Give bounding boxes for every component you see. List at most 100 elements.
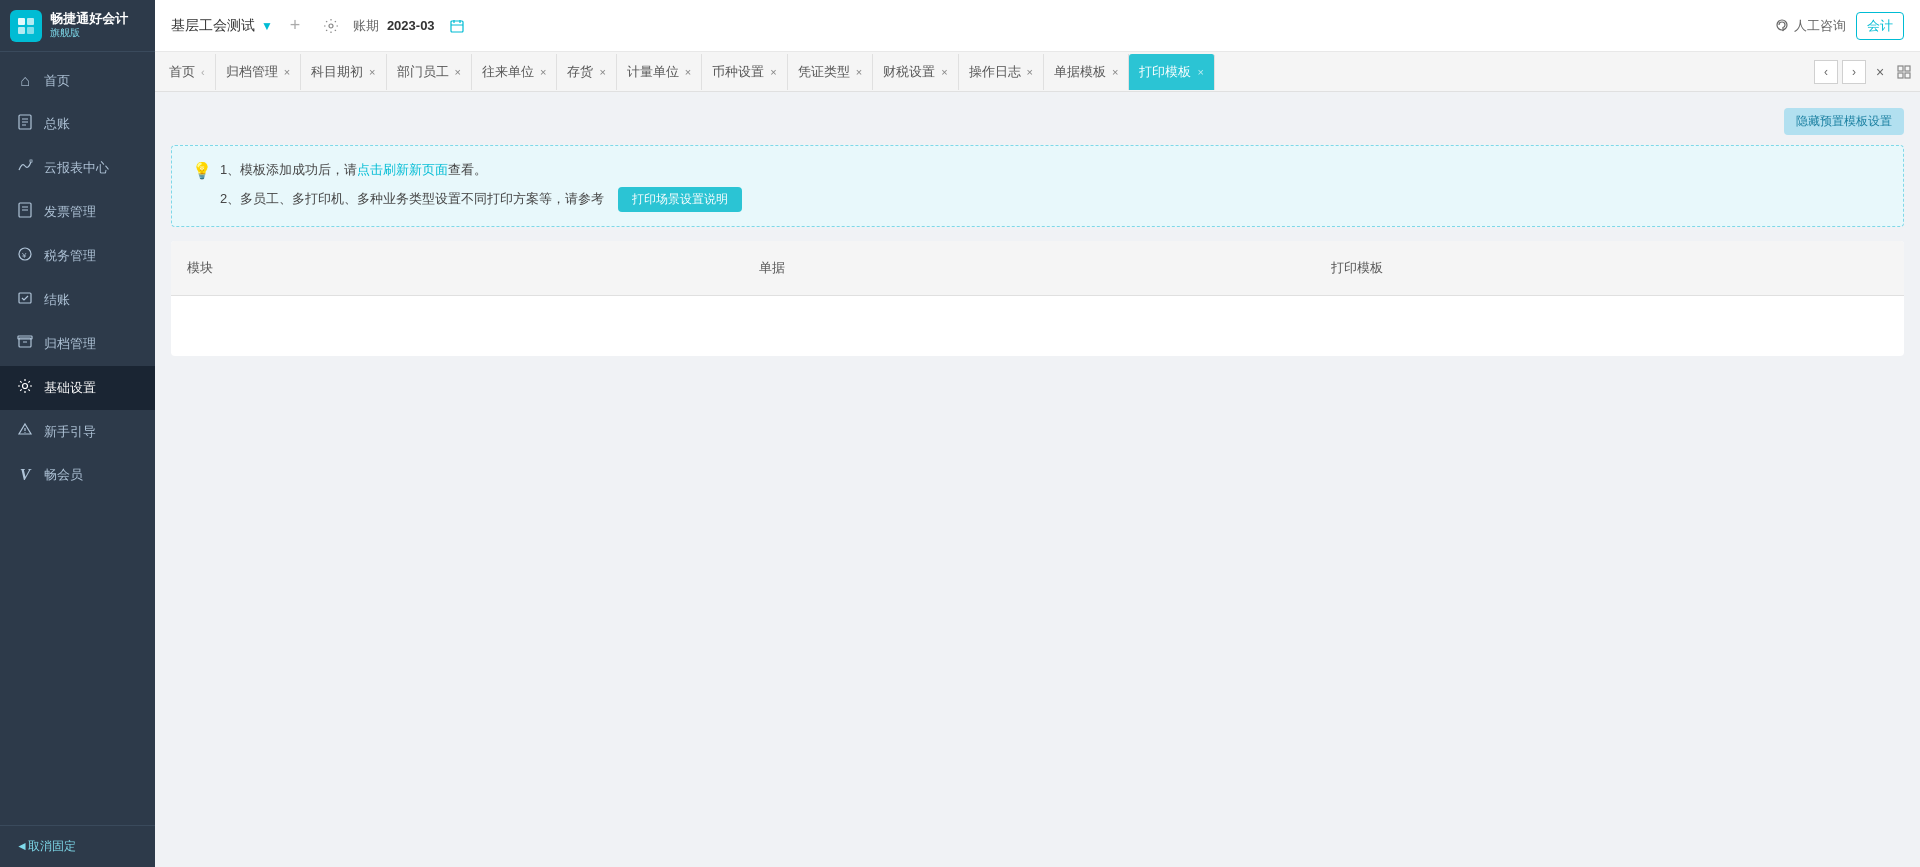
member-icon: V bbox=[16, 466, 34, 484]
tab-label: 财税设置 bbox=[883, 63, 935, 81]
tab-taxsetting[interactable]: 财税设置 × bbox=[873, 54, 958, 90]
tab-voucher[interactable]: 凭证类型 × bbox=[788, 54, 873, 90]
logo-icon bbox=[10, 10, 42, 42]
svg-point-22 bbox=[329, 24, 333, 28]
sidebar-item-home[interactable]: ⌂ 首页 bbox=[0, 60, 155, 102]
tab-close-all-button[interactable]: × bbox=[1868, 60, 1892, 84]
tab-subject[interactable]: 科目期初 × bbox=[301, 54, 386, 90]
sidebar-item-guide[interactable]: 新手引导 bbox=[0, 410, 155, 454]
tab-prev-button[interactable]: ‹ bbox=[1814, 60, 1838, 84]
info-row-2: 💡 2、多员工、多打印机、多种业务类型设置不同打印方案等，请参考 打印场景设置说… bbox=[192, 187, 1883, 212]
logo-area: 畅捷通好会计 旗舰版 bbox=[0, 0, 155, 52]
service-button[interactable]: 人工咨询 bbox=[1774, 17, 1846, 35]
svg-rect-31 bbox=[1898, 73, 1903, 78]
tab-close-icon[interactable]: × bbox=[1027, 66, 1033, 78]
sidebar-item-label: 新手引导 bbox=[44, 423, 96, 441]
archive-icon bbox=[16, 334, 34, 354]
tab-expand-button[interactable] bbox=[1892, 60, 1916, 84]
sidebar-item-label: 发票管理 bbox=[44, 203, 96, 221]
tab-close-icon[interactable]: × bbox=[455, 66, 461, 78]
tab-unit[interactable]: 计量单位 × bbox=[617, 54, 702, 90]
sidebar-item-label: 云报表中心 bbox=[44, 159, 109, 177]
tab-close-icon[interactable]: × bbox=[1112, 66, 1118, 78]
tab-label: 存货 bbox=[567, 63, 593, 81]
col-receipt: 单据 bbox=[743, 251, 1315, 285]
company-name: 基层工会测试 bbox=[171, 17, 255, 35]
print-scene-button[interactable]: 打印场景设置说明 bbox=[618, 187, 742, 212]
info-text-1-pre: 1、模板添加成功后，请 bbox=[220, 162, 357, 177]
svg-point-28 bbox=[1782, 29, 1784, 31]
settings-button[interactable] bbox=[317, 12, 345, 40]
svg-point-21 bbox=[24, 432, 25, 433]
tab-chevron-icon: ‹ bbox=[201, 66, 205, 78]
tab-printtemplate[interactable]: 打印模板 × bbox=[1129, 54, 1214, 90]
tab-inventory[interactable]: 存货 × bbox=[557, 54, 616, 90]
refresh-link[interactable]: 点击刷新新页面 bbox=[357, 162, 448, 177]
ledger-icon bbox=[16, 114, 34, 134]
tab-close-icon[interactable]: × bbox=[369, 66, 375, 78]
tab-label: 操作日志 bbox=[969, 63, 1021, 81]
page-content: 隐藏预置模板设置 💡 1、模板添加成功后，请点击刷新新页面查看。 💡 2、多员工… bbox=[155, 92, 1920, 867]
svg-rect-23 bbox=[451, 21, 463, 32]
settings-icon bbox=[16, 378, 34, 398]
sidebar-item-checkout[interactable]: 结账 bbox=[0, 278, 155, 322]
tabbar: 首页 ‹ 归档管理 × 科目期初 × 部门员工 × 往来单位 × 存货 × 计量… bbox=[155, 52, 1920, 92]
account-button[interactable]: 会计 bbox=[1856, 12, 1904, 40]
tax-icon: ¥ bbox=[16, 246, 34, 266]
tab-label: 计量单位 bbox=[627, 63, 679, 81]
tab-next-button[interactable]: › bbox=[1842, 60, 1866, 84]
info-box: 💡 1、模板添加成功后，请点击刷新新页面查看。 💡 2、多员工、多打印机、多种业… bbox=[171, 145, 1904, 227]
tab-archive[interactable]: 归档管理 × bbox=[216, 54, 301, 90]
tab-receipt[interactable]: 单据模板 × bbox=[1044, 54, 1129, 90]
svg-rect-14 bbox=[19, 293, 31, 303]
info-text-1-post: 查看。 bbox=[448, 162, 487, 177]
tab-close-icon[interactable]: × bbox=[1197, 66, 1203, 78]
main-table: 模块 单据 打印模板 bbox=[171, 241, 1904, 356]
info-row-1: 💡 1、模板添加成功后，请点击刷新新页面查看。 bbox=[192, 160, 1883, 181]
sidebar-nav: ⌂ 首页 总账 云报表中心 发票管理 ¥ 税务管理 bbox=[0, 52, 155, 825]
svg-rect-30 bbox=[1905, 66, 1910, 71]
tab-label: 归档管理 bbox=[226, 63, 278, 81]
tab-vendor[interactable]: 往来单位 × bbox=[472, 54, 557, 90]
home-icon: ⌂ bbox=[16, 72, 34, 90]
sidebar-item-label: 基础设置 bbox=[44, 379, 96, 397]
tab-close-icon[interactable]: × bbox=[770, 66, 776, 78]
bulb-icon: 💡 bbox=[192, 161, 212, 180]
checkout-icon bbox=[16, 290, 34, 310]
add-tab-button[interactable]: + bbox=[281, 12, 309, 40]
tab-dept[interactable]: 部门员工 × bbox=[387, 54, 472, 90]
svg-rect-2 bbox=[18, 27, 25, 34]
sidebar-item-invoice[interactable]: 发票管理 bbox=[0, 190, 155, 234]
sidebar-item-tax[interactable]: ¥ 税务管理 bbox=[0, 234, 155, 278]
tab-close-icon[interactable]: × bbox=[599, 66, 605, 78]
calendar-icon[interactable] bbox=[443, 12, 471, 40]
sidebar-item-settings[interactable]: 基础设置 bbox=[0, 366, 155, 410]
period-label: 账期 bbox=[353, 17, 379, 35]
unpin-button[interactable]: ◄取消固定 bbox=[0, 825, 155, 867]
tab-close-icon[interactable]: × bbox=[685, 66, 691, 78]
svg-rect-29 bbox=[1898, 66, 1903, 71]
company-selector[interactable]: 基层工会测试 ▼ bbox=[171, 17, 273, 35]
tab-home[interactable]: 首页 ‹ bbox=[159, 54, 216, 90]
tab-close-icon[interactable]: × bbox=[856, 66, 862, 78]
topbar-right: 人工咨询 会计 bbox=[1774, 12, 1904, 40]
sidebar-item-member[interactable]: V 畅会员 bbox=[0, 454, 155, 496]
tab-close-icon[interactable]: × bbox=[941, 66, 947, 78]
hide-template-area: 隐藏预置模板设置 bbox=[171, 108, 1904, 135]
topbar: 基层工会测试 ▼ + 账期 2023-03 人工咨询 会计 bbox=[155, 0, 1920, 52]
tab-oplog[interactable]: 操作日志 × bbox=[959, 54, 1044, 90]
svg-text:¥: ¥ bbox=[21, 251, 27, 260]
logo-text: 畅捷通好会计 旗舰版 bbox=[50, 11, 128, 41]
sidebar-item-label: 首页 bbox=[44, 72, 70, 90]
tab-close-icon[interactable]: × bbox=[540, 66, 546, 78]
guide-icon bbox=[16, 422, 34, 442]
sidebar-item-archive[interactable]: 归档管理 bbox=[0, 322, 155, 366]
tab-close-icon[interactable]: × bbox=[284, 66, 290, 78]
col-module: 模块 bbox=[171, 251, 743, 285]
hide-template-button[interactable]: 隐藏预置模板设置 bbox=[1784, 108, 1904, 135]
sidebar-item-reports[interactable]: 云报表中心 bbox=[0, 146, 155, 190]
sidebar-item-label: 归档管理 bbox=[44, 335, 96, 353]
service-label: 人工咨询 bbox=[1794, 17, 1846, 35]
tab-currency[interactable]: 币种设置 × bbox=[702, 54, 787, 90]
sidebar-item-ledger[interactable]: 总账 bbox=[0, 102, 155, 146]
